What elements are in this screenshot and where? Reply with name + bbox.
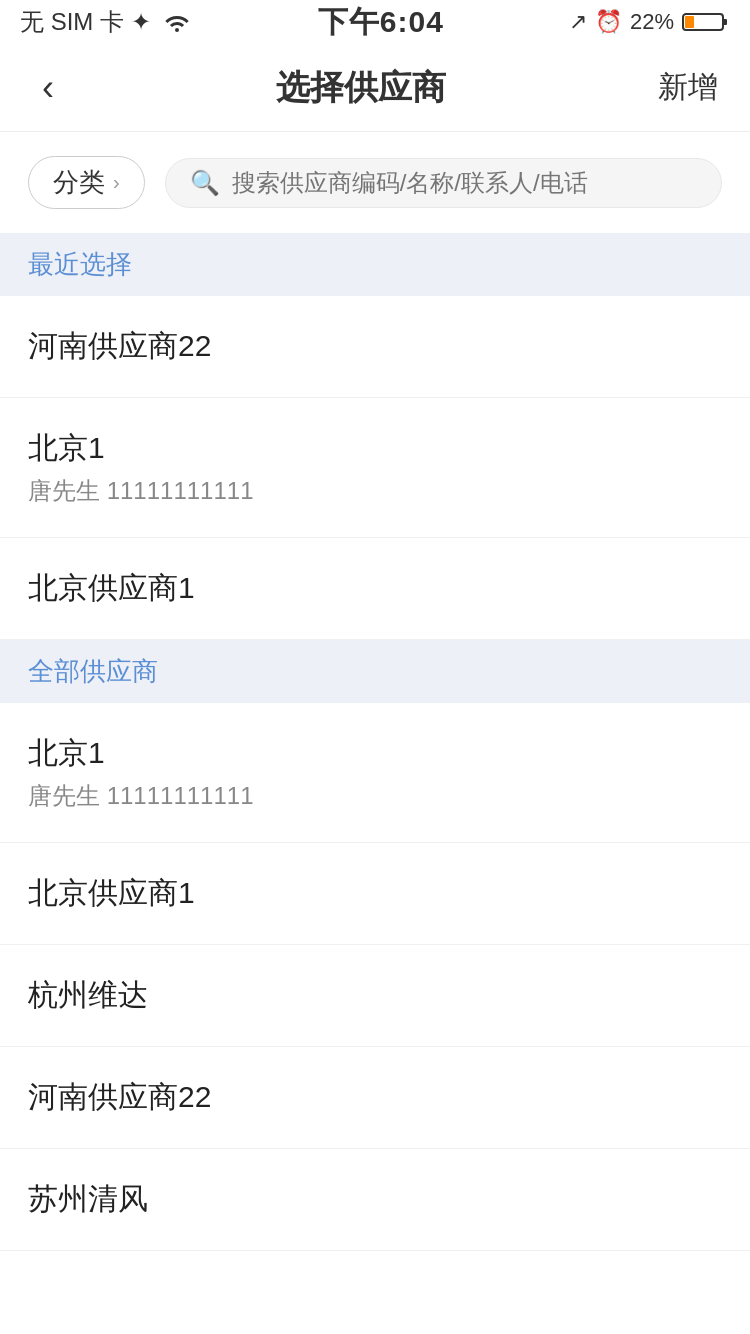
- all-list: 北京1 唐先生 11111111111 北京供应商1 杭州维达 河南供应商22 …: [0, 703, 750, 1251]
- supplier-name: 杭州维达: [28, 975, 722, 1016]
- chevron-down-icon: ›: [113, 171, 120, 194]
- status-left: 无 SIM 卡 ✦: [20, 6, 193, 38]
- list-item[interactable]: 苏州清风: [0, 1149, 750, 1251]
- supplier-name: 北京1: [28, 733, 722, 774]
- location-icon: ↗: [569, 9, 587, 35]
- recent-section-header: 最近选择: [0, 233, 750, 296]
- recent-section-label: 最近选择: [28, 249, 132, 279]
- filter-bar: 分类 › 🔍: [0, 132, 750, 233]
- list-item[interactable]: 杭州维达: [0, 945, 750, 1047]
- list-item[interactable]: 北京供应商1: [0, 843, 750, 945]
- recent-list: 河南供应商22 北京1 唐先生 11111111111 北京供应商1: [0, 296, 750, 640]
- supplier-name: 河南供应商22: [28, 1077, 722, 1118]
- search-input[interactable]: [232, 169, 697, 197]
- category-label: 分类: [53, 165, 105, 200]
- list-item[interactable]: 北京1 唐先生 11111111111: [0, 398, 750, 538]
- back-button[interactable]: ‹: [32, 57, 64, 119]
- svg-rect-1: [723, 19, 727, 25]
- clock-icon: ⏰: [595, 9, 622, 35]
- search-box: 🔍: [165, 158, 722, 208]
- category-filter[interactable]: 分类 ›: [28, 156, 145, 209]
- all-section-label: 全部供应商: [28, 656, 158, 686]
- svg-rect-2: [685, 16, 694, 28]
- page-title: 选择供应商: [276, 65, 446, 111]
- add-button[interactable]: 新增: [658, 67, 718, 108]
- list-item[interactable]: 北京1 唐先生 11111111111: [0, 703, 750, 843]
- battery-icon: [682, 10, 730, 34]
- nav-bar: ‹ 选择供应商 新增: [0, 44, 750, 132]
- supplier-name: 河南供应商22: [28, 326, 722, 367]
- status-time: 下午6:04: [318, 2, 444, 43]
- list-item[interactable]: 河南供应商22: [0, 296, 750, 398]
- status-right: ↗ ⏰ 22%: [569, 9, 730, 35]
- list-item[interactable]: 北京供应商1: [0, 538, 750, 640]
- status-bar: 无 SIM 卡 ✦ 下午6:04 ↗ ⏰ 22%: [0, 0, 750, 44]
- supplier-name: 北京1: [28, 428, 722, 469]
- supplier-name: 苏州清风: [28, 1179, 722, 1220]
- battery-label: 22%: [630, 9, 674, 35]
- supplier-contact: 唐先生 11111111111: [28, 780, 722, 812]
- list-item[interactable]: 河南供应商22: [0, 1047, 750, 1149]
- search-icon: 🔍: [190, 169, 220, 197]
- wifi-icon: [161, 10, 193, 34]
- sim-label: 无 SIM 卡 ✦: [20, 6, 151, 38]
- supplier-contact: 唐先生 11111111111: [28, 475, 722, 507]
- supplier-name: 北京供应商1: [28, 568, 722, 609]
- all-section-header: 全部供应商: [0, 640, 750, 703]
- supplier-name: 北京供应商1: [28, 873, 722, 914]
